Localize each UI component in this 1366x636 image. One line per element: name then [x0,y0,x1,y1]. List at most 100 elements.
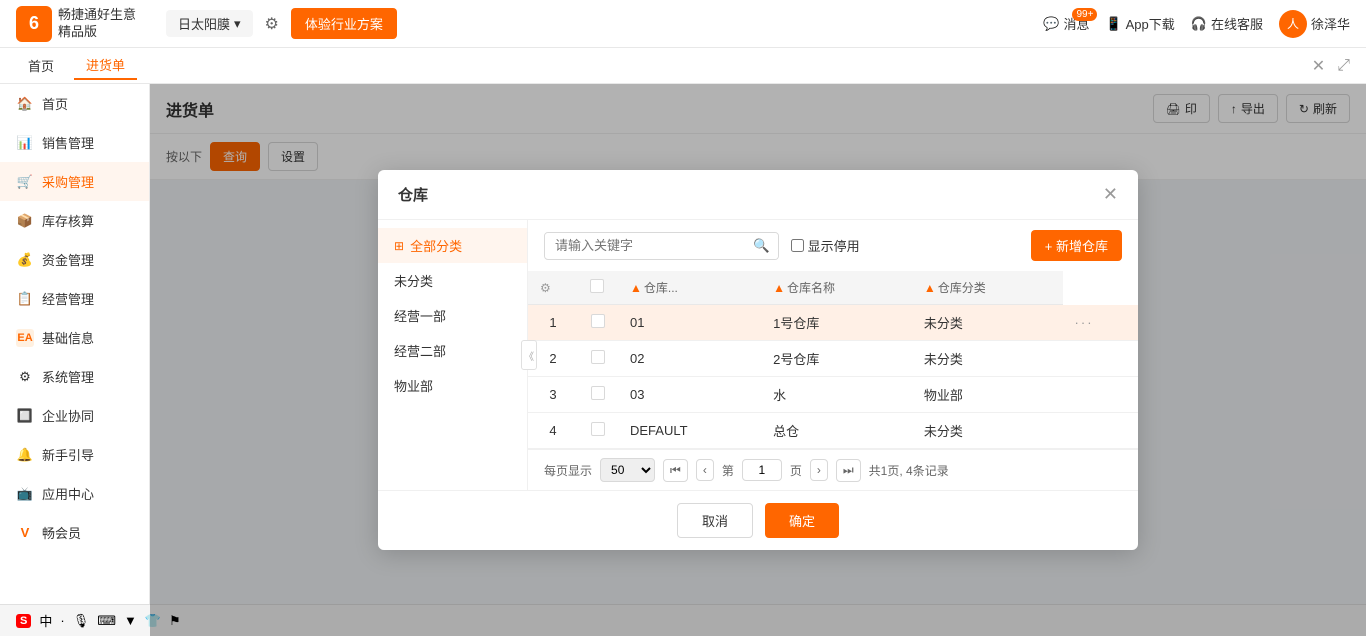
row-check[interactable] [578,341,618,377]
sidebar-item-inventory[interactable]: 📦 库存核算 [0,201,149,240]
row-checkbox[interactable] [591,314,605,328]
grid-icon: ⊞ [394,239,404,253]
sidebar-collapse-button[interactable]: 《 [521,340,537,370]
page-size-select[interactable]: 50 20 100 [600,458,655,482]
logo-icon: 6 [16,6,52,42]
row-checkbox[interactable] [591,386,605,400]
sidebar-label-operations: 经营管理 [42,289,94,308]
sidebar-item-operations[interactable]: 📋 经营管理 [0,279,149,318]
app-download-item[interactable]: 📱 App下载 [1105,14,1174,33]
sidebar-item-system[interactable]: ⚙ 系统管理 [0,357,149,396]
table-row[interactable]: 2 02 2号仓库 未分类 [528,341,1138,377]
layout: 🏠 首页 📊 销售管理 🛒 采购管理 📦 库存核算 💰 资金管理 📋 经营管理 … [0,84,1366,636]
expand-icon[interactable]: ⤢ [1337,57,1350,75]
prev-page-button[interactable]: ‹ [696,459,714,481]
total-info: 共1页, 4条记录 [869,462,949,479]
pagination-bar: 每页显示 50 20 100 ⏮ ‹ 第 页 › ⏭ 共1页, 4条记 [528,449,1138,490]
row-actions [1063,377,1138,413]
select-all-checkbox[interactable] [590,279,604,293]
table-row[interactable]: 3 03 水 物业部 [528,377,1138,413]
col-header-check [578,271,618,305]
show-disabled-checkbox[interactable] [791,239,804,252]
bottom-icon-settings[interactable]: ▼ [124,613,137,628]
modal-close-button[interactable]: ✕ [1103,184,1118,205]
row-name: 总仓 [761,413,912,449]
main-content: 进货单 🖨 印 ↑ 导出 ↻ 刷新 按以下 查询 设置 仓库 ✕ [150,84,1366,636]
vip-icon: V [16,524,34,542]
search-button[interactable]: 🔍 [745,233,778,259]
category-unclassified[interactable]: 未分类 [378,263,527,298]
operations-icon: 📋 [16,290,34,308]
sidebar-item-sales[interactable]: 📊 销售管理 [0,123,149,162]
add-warehouse-button[interactable]: + 新增仓库 [1031,230,1122,261]
show-disabled-label[interactable]: 显示停用 [791,236,860,255]
inventory-icon: 📦 [16,212,34,230]
col-header-category: ▲仓库分类 [912,271,1063,305]
topbar: 6 畅捷通好生意 精品版 日太阳膜 ▾ ⚙ 体验行业方案 💬 消息 99+ 📱 … [0,0,1366,48]
row-code: 01 [618,305,761,341]
close-tab-icon[interactable]: ✕ [1312,56,1325,76]
row-check[interactable] [578,377,618,413]
category-all-label: 全部分类 [410,236,462,255]
confirm-button[interactable]: 确定 [765,503,839,538]
sidebar-item-guide[interactable]: 🔔 新手引导 [0,435,149,474]
next-page-button[interactable]: › [810,459,828,481]
bottom-icon-mic[interactable]: 🎙 [73,613,90,629]
sidebar-item-finance[interactable]: 💰 资金管理 [0,240,149,279]
row-name: 2号仓库 [761,341,912,377]
col-header-code: ▲仓库... [618,271,761,305]
row-checkbox[interactable] [591,422,605,436]
message-item[interactable]: 💬 消息 99+ [1043,14,1089,33]
try-industry-button[interactable]: 体验行业方案 [291,8,397,39]
sidebar-item-basic-info[interactable]: EA 基础信息 [0,318,149,357]
topbar-center: 日太阳膜 ▾ ⚙ 体验行业方案 [166,8,1043,39]
row-check[interactable] [578,413,618,449]
category-unclassified-label: 未分类 [394,271,433,290]
row-category: 物业部 [912,377,1063,413]
headset-icon: 🎧 [1191,16,1207,32]
sidebar-item-enterprise[interactable]: 🔲 企业协同 [0,396,149,435]
warehouse-table: ⚙ ▲仓库... ▲仓库名称 ▲仓库分类 1 [528,271,1138,449]
store-selector[interactable]: 日太阳膜 ▾ [166,10,253,37]
sidebar-item-purchase[interactable]: 🛒 采购管理 [0,162,149,201]
topbar-right: 💬 消息 99+ 📱 App下载 🎧 在线客服 人 徐泽华 [1043,10,1350,38]
table-row[interactable]: 4 DEFAULT 总仓 未分类 [528,413,1138,449]
row-actions [1063,413,1138,449]
online-service-item[interactable]: 🎧 在线客服 [1191,14,1263,33]
last-page-button[interactable]: ⏭ [836,459,861,482]
sidebar-item-home[interactable]: 🏠 首页 [0,84,149,123]
row-check[interactable] [578,305,618,341]
first-page-button[interactable]: ⏮ [663,459,688,482]
user-item[interactable]: 人 徐泽华 [1279,10,1350,38]
gear-icon[interactable]: ⚙ [265,14,279,34]
modal-action-footer: 取消 确定 [378,490,1138,550]
tab-purchase[interactable]: 进货单 [74,51,137,80]
sidebar-label-vip: 畅会员 [42,523,81,542]
row-checkbox[interactable] [591,350,605,364]
tab-home[interactable]: 首页 [16,52,66,79]
page-size-label: 每页显示 [544,462,592,479]
category-operations2[interactable]: 经营二部 [378,333,527,368]
category-all[interactable]: ⊞ 全部分类 [378,228,527,263]
finance-icon: 💰 [16,251,34,269]
category-property[interactable]: 物业部 [378,368,527,403]
page-input[interactable] [742,459,782,481]
sidebar-label-apps: 应用中心 [42,484,94,503]
col-header-gear: ⚙ [528,271,578,305]
table-row[interactable]: 1 01 1号仓库 未分类 ··· [528,305,1138,341]
bottom-icon-keyboard[interactable]: ⌨ [97,613,116,629]
sidebar-label-guide: 新手引导 [42,445,94,464]
cancel-button[interactable]: 取消 [677,503,753,538]
category-operations1[interactable]: 经营一部 [378,298,527,333]
sidebar-item-vip[interactable]: V 畅会员 [0,513,149,552]
logo: 6 畅捷通好生意 精品版 [16,6,166,42]
row-actions-icon[interactable]: ··· [1075,315,1094,330]
sidebar-label-inventory: 库存核算 [42,211,94,230]
sidebar-label-enterprise: 企业协同 [42,406,94,425]
avatar: 人 [1279,10,1307,38]
modal-main-content: 🔍 显示停用 + 新增仓库 ⚙ [528,220,1138,490]
row-code: 02 [618,341,761,377]
search-input[interactable] [545,233,745,258]
sidebar-item-apps[interactable]: 📺 应用中心 [0,474,149,513]
app-download-label: App下载 [1126,14,1175,33]
